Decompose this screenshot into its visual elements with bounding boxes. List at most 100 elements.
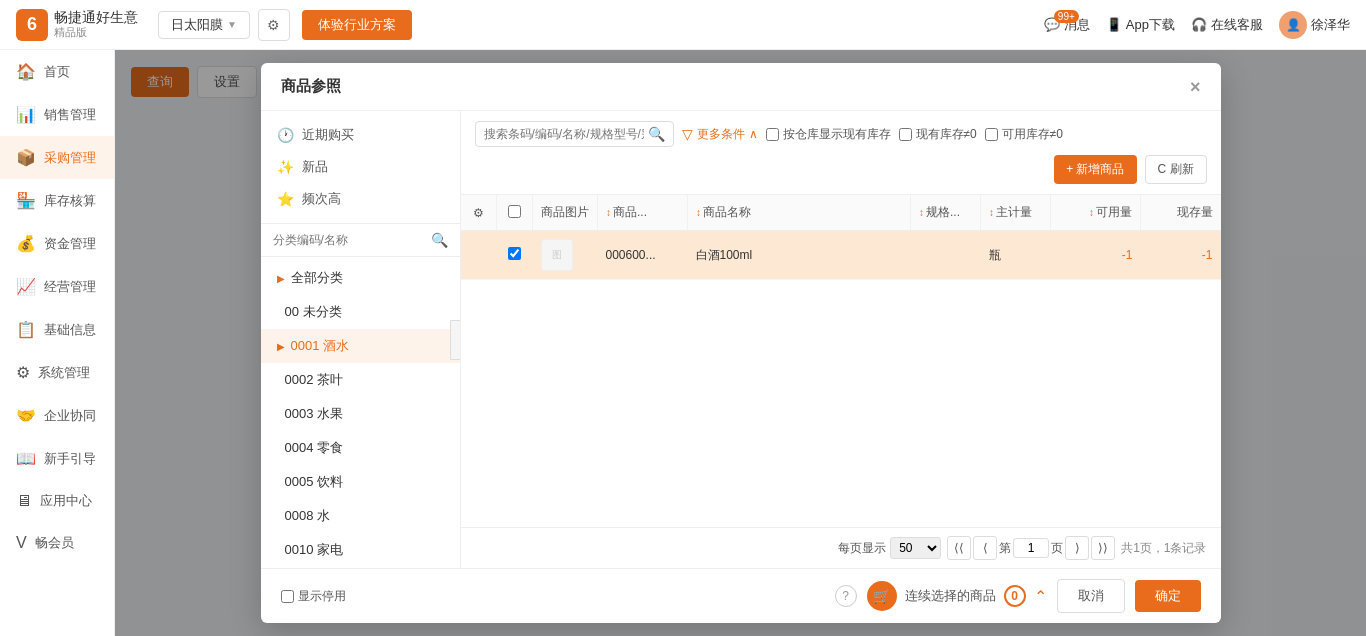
help-icon[interactable]: ? [835,585,857,607]
modal-right-panel: 🔍 ▽ 更多条件 ∧ 按仓库显示现有库存 [461,111,1221,568]
search-toolbar: 🔍 ▽ 更多条件 ∧ 按仓库显示现有库存 [461,111,1221,195]
sidebar-icon-7: ⚙ [16,363,30,382]
sidebar-item-5[interactable]: 📈经营管理 [0,265,114,308]
sidebar-item-10[interactable]: 🖥 应用中心 [0,480,114,522]
category-item-4[interactable]: 0003 水果 [261,397,460,431]
filter-button[interactable]: ▽ 更多条件 ∧ [682,126,758,143]
check-stock-neq0[interactable]: 现有库存≠0 [899,126,977,143]
category-item-0[interactable]: ▶全部分类 [261,261,460,295]
store-selector[interactable]: 日太阳膜 ▼ [158,11,250,39]
show-disabled-input[interactable] [281,590,294,603]
sidebar-icon-10: 🖥 [16,492,32,510]
sidebar-item-9[interactable]: 📖新手引导 [0,437,114,480]
quick-link-1[interactable]: ✨新品 [261,151,460,183]
page-nav: ⟨⟨ ⟨ 第 页 ⟩ ⟩⟩ [947,536,1115,560]
sidebar-label-8: 企业协同 [44,407,96,425]
quick-links: 🕐近期购买✨新品⭐频次高 [261,111,460,224]
check-warehouse[interactable]: 按仓库显示现有库存 [766,126,891,143]
collapse-left-button[interactable]: 《 [450,320,461,360]
category-item-1[interactable]: 00 未分类 [261,295,460,329]
col-header-spec: ↕规格... [911,195,981,231]
sidebar-label-3: 库存核算 [44,192,96,210]
product-search-icon[interactable]: 🔍 [648,126,665,142]
category-item-5[interactable]: 0004 零食 [261,431,460,465]
row-name: 白酒100ml [688,231,911,280]
check-warehouse-label: 按仓库显示现有库存 [783,126,891,143]
select-all-checkbox[interactable] [508,205,521,218]
user-item[interactable]: 👤 徐泽华 [1279,11,1350,39]
col-header-avail: ↕可用量 [1051,195,1141,231]
product-table: ⚙ 商品图片 ↕商品... [461,195,1221,280]
quick-link-2[interactable]: ⭐频次高 [261,183,460,215]
table-row[interactable]: 图 000600... 白酒100ml 瓶 -1 -1 [461,231,1221,280]
confirm-button[interactable]: 确定 [1135,580,1201,612]
sidebar-item-6[interactable]: 📋基础信息 [0,308,114,351]
app-download-item[interactable]: 📱 App下载 [1106,16,1175,34]
content-area: 查询 设置 刷新 商品参照 × [115,50,1366,636]
category-item-3[interactable]: 0002 茶叶 [261,363,460,397]
check-stock-neq0-input[interactable] [899,128,912,141]
refresh-button[interactable]: C 刷新 [1145,155,1207,184]
modal-close-button[interactable]: × [1190,78,1201,96]
col-header-stock: 现存量 [1141,195,1221,231]
sidebar-item-3[interactable]: 🏪库存核算 [0,179,114,222]
col-header-unit: ↕主计量 [981,195,1051,231]
prev-page-button[interactable]: ⟨ [973,536,997,560]
sidebar-item-1[interactable]: 📊销售管理 [0,93,114,136]
message-badge: 99+ [1054,10,1079,23]
row-check[interactable] [497,231,533,280]
sidebar-label-6: 基础信息 [44,321,96,339]
modal-header: 商品参照 × [261,63,1221,111]
cat-name-5: 0004 零食 [285,439,344,457]
cat-name-2: 0001 酒水 [291,337,350,355]
col-header-name: ↕商品名称 [688,195,911,231]
cancel-button[interactable]: 取消 [1057,579,1125,613]
check-warehouse-input[interactable] [766,128,779,141]
collapse-icon[interactable]: ⌃ [1034,587,1047,606]
left-panel-inner: 🕐近期购买✨新品⭐频次高 《 🔍 ▶全部分类00 未分类 [261,111,460,568]
check-avail-neq0[interactable]: 可用库存≠0 [985,126,1063,143]
last-page-button[interactable]: ⟩⟩ [1091,536,1115,560]
col-header-code: ↕商品... [598,195,688,231]
sidebar-label-0: 首页 [44,63,70,81]
sidebar-item-7[interactable]: ⚙系统管理 [0,351,114,394]
top-header: 6 畅捷通好生意 精品版 日太阳膜 ▼ ⚙ 体验行业方案 💬 消息 99+ 📱 … [0,0,1366,50]
sidebar-item-4[interactable]: 💰资金管理 [0,222,114,265]
search-input-wrap: 🔍 [475,121,674,147]
page-input[interactable] [1013,538,1049,558]
settings-icon[interactable]: ⚙ [258,9,290,41]
quick-link-icon-1: ✨ [277,159,294,175]
continuous-select: 🛒 连续选择的商品 0 ⌃ [867,581,1047,611]
check-avail-neq0-input[interactable] [985,128,998,141]
sidebar-item-2[interactable]: 📦采购管理 [0,136,114,179]
first-page-button[interactable]: ⟨⟨ [947,536,971,560]
per-page-dropdown[interactable]: 50 10 20 100 [890,537,941,559]
show-disabled-check[interactable]: 显示停用 [281,588,346,605]
avatar: 👤 [1279,11,1307,39]
sidebar-label-10: 应用中心 [40,492,92,510]
quick-link-0[interactable]: 🕐近期购买 [261,119,460,151]
app-label: App下载 [1126,16,1175,34]
trial-button[interactable]: 体验行业方案 [302,10,412,40]
product-search-input[interactable] [484,127,644,141]
next-page-button[interactable]: ⟩ [1065,536,1089,560]
category-search-icon[interactable]: 🔍 [431,232,448,248]
category-item-2[interactable]: ▶0001 酒水 [261,329,460,363]
customer-service-item[interactable]: 🎧 在线客服 [1191,16,1263,34]
sidebar-item-8[interactable]: 🤝企业协同 [0,394,114,437]
category-item-7[interactable]: 0008 水 [261,499,460,533]
category-item-8[interactable]: 0010 家电 [261,533,460,567]
row-checkbox[interactable] [508,247,521,260]
main-layout: 🏠首页📊销售管理📦采购管理🏪库存核算💰资金管理📈经营管理📋基础信息⚙系统管理🤝企… [0,50,1366,636]
sidebar-item-0[interactable]: 🏠首页 [0,50,114,93]
row-unit: 瓶 [981,231,1051,280]
add-product-button[interactable]: + 新增商品 [1054,155,1136,184]
sidebar-item-11[interactable]: V畅会员 [0,522,114,564]
quick-link-icon-0: 🕐 [277,127,294,143]
category-item-6[interactable]: 0005 饮料 [261,465,460,499]
store-name: 日太阳膜 [171,16,223,34]
category-search-input[interactable] [273,233,425,247]
col-header-settings[interactable]: ⚙ [461,195,497,231]
cat-name-8: 0010 家电 [285,541,344,559]
message-icon-item[interactable]: 💬 消息 99+ [1044,16,1090,34]
